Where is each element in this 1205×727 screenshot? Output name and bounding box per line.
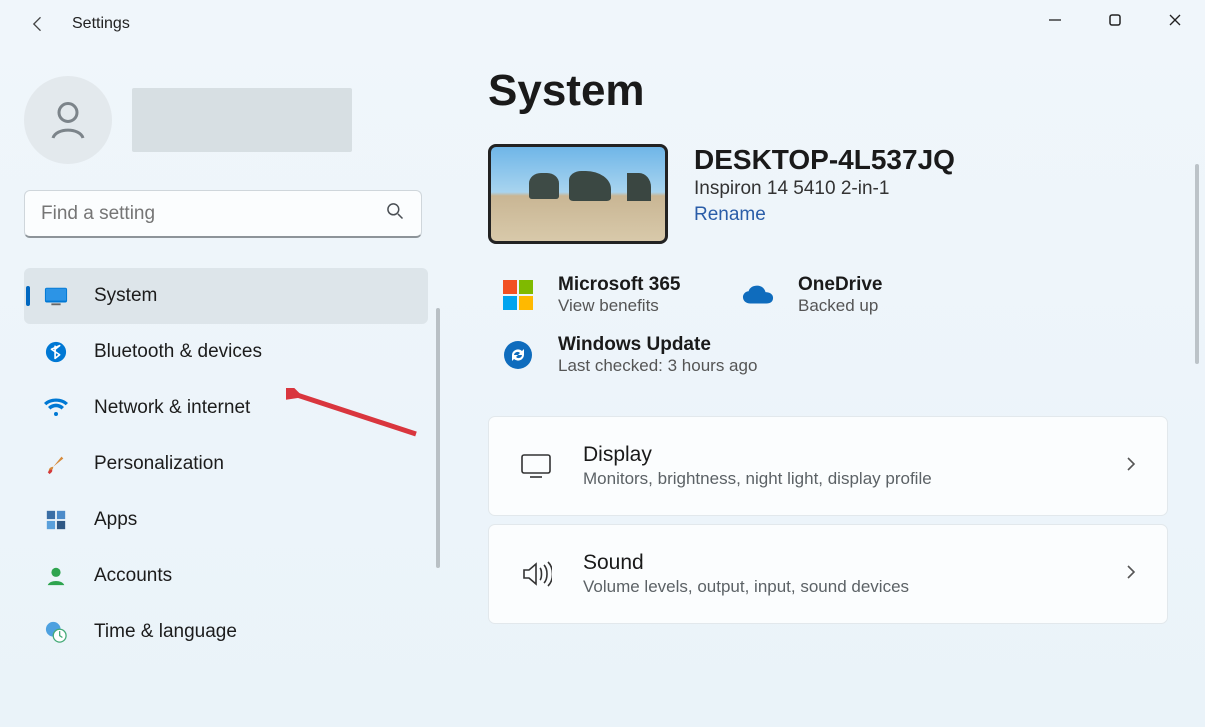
- device-name: DESKTOP-4L537JQ: [694, 144, 955, 176]
- main-panel: System DESKTOP-4L537JQ Inspiron 14 5410 …: [440, 48, 1205, 727]
- app-title: Settings: [72, 15, 130, 33]
- nav-label: Apps: [94, 509, 137, 531]
- tile-display[interactable]: Display Monitors, brightness, night ligh…: [488, 416, 1168, 516]
- clock-globe-icon: [44, 620, 68, 644]
- nav-label: Bluetooth & devices: [94, 341, 262, 363]
- brush-icon: [44, 452, 68, 476]
- nav-item-personalization[interactable]: Personalization: [24, 436, 428, 492]
- card-sub: View benefits: [558, 296, 680, 316]
- tile-sub: Volume levels, output, input, sound devi…: [583, 577, 909, 597]
- card-title: OneDrive: [798, 274, 882, 296]
- tile-sub: Monitors, brightness, night light, displ…: [583, 469, 932, 489]
- username-placeholder: [132, 88, 352, 152]
- nav: System Bluetooth & devices Network & int…: [24, 268, 428, 660]
- page-title: System: [488, 66, 1173, 116]
- apps-icon: [44, 508, 68, 532]
- sidebar: System Bluetooth & devices Network & int…: [0, 48, 440, 727]
- tile-sound[interactable]: Sound Volume levels, output, input, soun…: [488, 524, 1168, 624]
- device-model: Inspiron 14 5410 2-in-1: [694, 178, 955, 200]
- back-button[interactable]: [18, 4, 58, 44]
- microsoft-logo-icon: [502, 279, 534, 311]
- main-scrollbar[interactable]: [1195, 164, 1199, 364]
- close-button[interactable]: [1145, 0, 1205, 40]
- nav-item-system[interactable]: System: [24, 268, 428, 324]
- search-input[interactable]: [41, 203, 385, 225]
- bluetooth-icon: [44, 340, 68, 364]
- nav-item-bluetooth[interactable]: Bluetooth & devices: [24, 324, 428, 380]
- tile-title: Display: [583, 443, 932, 467]
- nav-label: Network & internet: [94, 397, 250, 419]
- rename-link[interactable]: Rename: [694, 204, 955, 226]
- nav-item-network[interactable]: Network & internet: [24, 380, 428, 436]
- avatar: [24, 76, 112, 164]
- chevron-right-icon: [1123, 564, 1139, 585]
- search-box[interactable]: [24, 190, 422, 238]
- card-title: Microsoft 365: [558, 274, 680, 296]
- card-onedrive[interactable]: OneDrive Backed up: [728, 270, 958, 320]
- desktop-wallpaper-thumb[interactable]: [488, 144, 668, 244]
- nav-label: Time & language: [94, 621, 237, 643]
- nav-label: Accounts: [94, 565, 172, 587]
- sound-icon: [519, 557, 553, 591]
- nav-label: Personalization: [94, 453, 224, 475]
- search-icon: [385, 201, 405, 226]
- nav-item-apps[interactable]: Apps: [24, 492, 428, 548]
- display-icon: [519, 449, 553, 483]
- info-cards: Microsoft 365 View benefits OneDrive Bac…: [488, 270, 1173, 380]
- titlebar: Settings: [0, 0, 1205, 48]
- update-icon: [502, 339, 534, 371]
- onedrive-icon: [742, 279, 774, 311]
- card-sub: Backed up: [798, 296, 882, 316]
- tile-title: Sound: [583, 551, 909, 575]
- nav-label: System: [94, 285, 157, 307]
- card-windows-update[interactable]: Windows Update Last checked: 3 hours ago: [488, 330, 1173, 380]
- card-title: Windows Update: [558, 334, 757, 356]
- account-icon: [44, 564, 68, 588]
- nav-item-time-language[interactable]: Time & language: [24, 604, 428, 660]
- nav-item-accounts[interactable]: Accounts: [24, 548, 428, 604]
- chevron-right-icon: [1123, 456, 1139, 477]
- system-icon: [44, 284, 68, 308]
- card-sub: Last checked: 3 hours ago: [558, 356, 757, 376]
- minimize-button[interactable]: [1025, 0, 1085, 40]
- maximize-button[interactable]: [1085, 0, 1145, 40]
- wifi-icon: [44, 396, 68, 420]
- device-row: DESKTOP-4L537JQ Inspiron 14 5410 2-in-1 …: [488, 144, 1173, 244]
- user-row[interactable]: [24, 76, 428, 164]
- card-microsoft365[interactable]: Microsoft 365 View benefits: [488, 270, 718, 320]
